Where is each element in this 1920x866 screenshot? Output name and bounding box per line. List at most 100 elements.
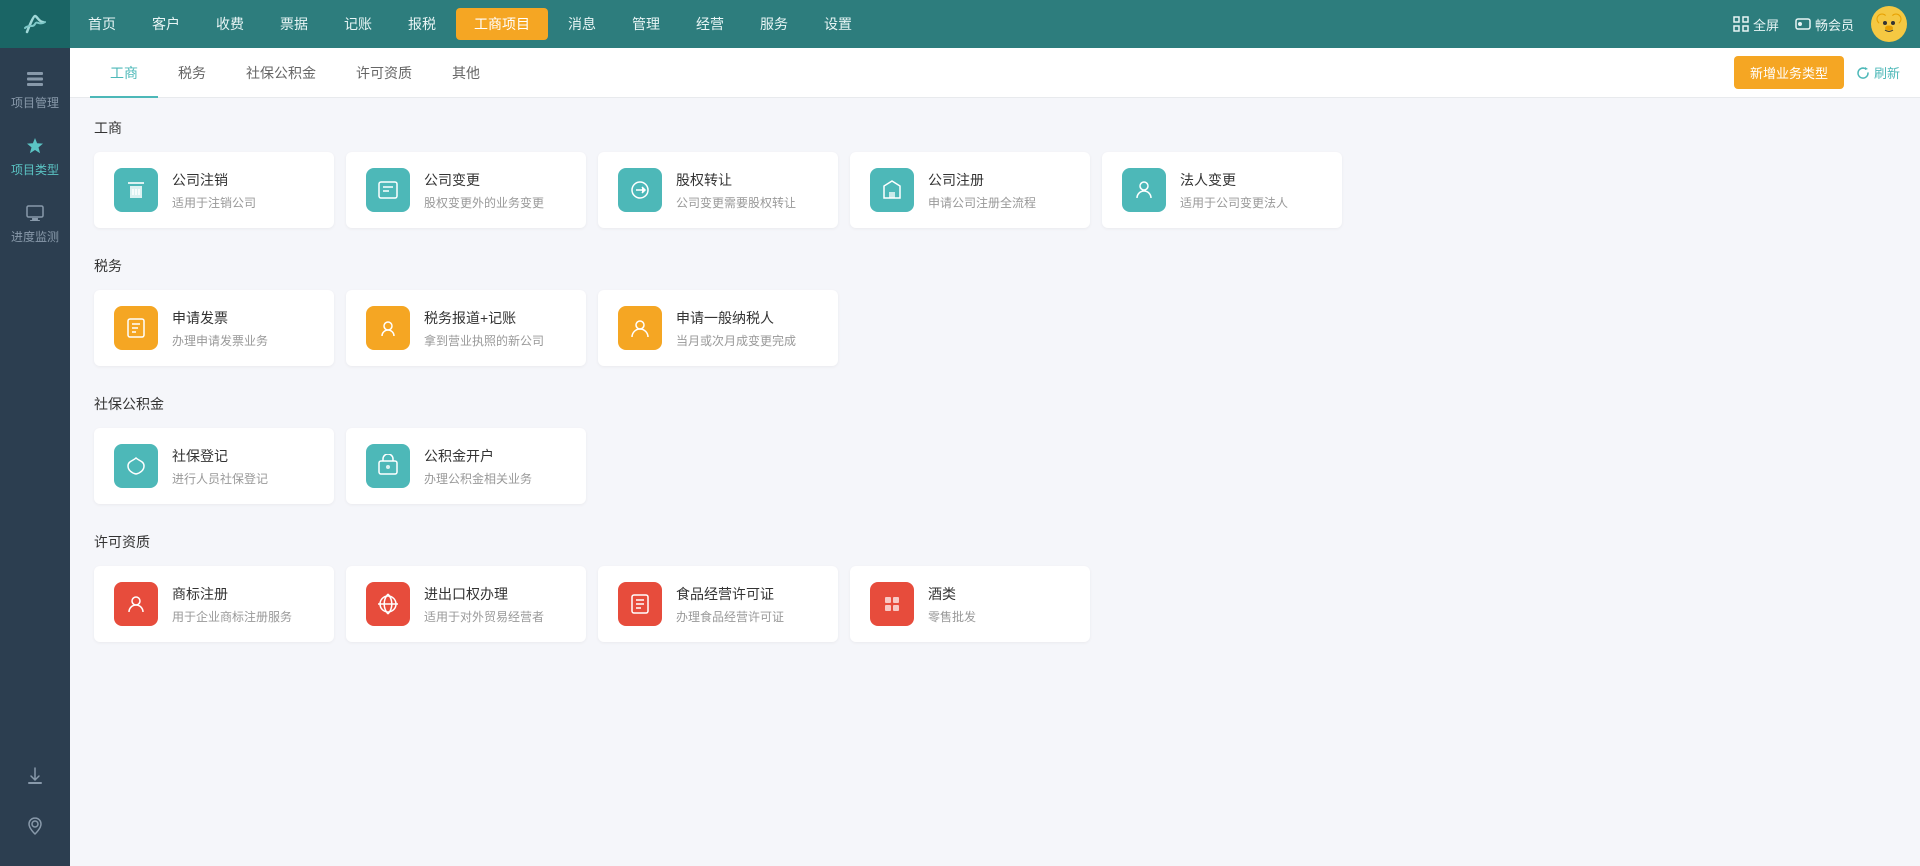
- tab-bar-actions: 新增业务类型 刷新: [1734, 56, 1900, 89]
- vip-label: 畅会员: [1815, 15, 1854, 34]
- card-text-food-license: 食品经营许可证 办理食品经营许可证: [676, 584, 818, 625]
- card-text-trademark: 商标注册 用于企业商标注册服务: [172, 584, 314, 625]
- nav-tax[interactable]: 报税: [390, 0, 454, 48]
- section-title-shebao: 社保公积金: [94, 394, 1896, 414]
- card-desc-tax-report: 拿到营业执照的新公司: [424, 332, 566, 349]
- sidebar-item-project-manage[interactable]: 项目管理: [0, 56, 70, 123]
- nav-home[interactable]: 首页: [70, 0, 134, 48]
- card-equity-transfer[interactable]: 股权转让 公司变更需要股权转让: [598, 152, 838, 228]
- card-title-company-register: 公司注册: [928, 170, 1070, 190]
- card-legal-change[interactable]: 法人变更 适用于公司变更法人: [1102, 152, 1342, 228]
- card-invoice-apply[interactable]: 申请发票 办理申请发票业务: [94, 290, 334, 366]
- tab-xuke[interactable]: 许可资质: [336, 48, 432, 98]
- card-social-insurance[interactable]: 社保登记 进行人员社保登记: [94, 428, 334, 504]
- tab-bar: 工商 税务 社保公积金 许可资质 其他 新增业务类型 刷新: [70, 48, 1920, 98]
- refresh-button[interactable]: 刷新: [1856, 63, 1900, 82]
- sidebar-item-project-type[interactable]: 项目类型: [0, 123, 70, 190]
- card-text-company-cancel: 公司注销 适用于注销公司: [172, 170, 314, 211]
- card-import-export[interactable]: 进出口权办理 适用于对外贸易经营者: [346, 566, 586, 642]
- card-text-general-taxpayer: 申请一般纳税人 当月或次月成变更完成: [676, 308, 818, 349]
- nav-service[interactable]: 服务: [742, 0, 806, 48]
- nav-operation[interactable]: 经营: [678, 0, 742, 48]
- top-nav-right: 全屏 畅会员: [1733, 5, 1920, 43]
- card-title-alcohol: 酒类: [928, 584, 1070, 604]
- card-title-food-license: 食品经营许可证: [676, 584, 818, 604]
- vip-icon: [1795, 16, 1811, 32]
- nav-bizproject[interactable]: 工商项目: [456, 8, 548, 40]
- card-desc-food-license: 办理食品经营许可证: [676, 608, 818, 625]
- card-text-company-change: 公司变更 股权变更外的业务变更: [424, 170, 566, 211]
- nav-bill[interactable]: 票据: [262, 0, 326, 48]
- tax-report-icon: [366, 306, 410, 350]
- card-desc-trademark: 用于企业商标注册服务: [172, 608, 314, 625]
- general-taxpayer-icon: [618, 306, 662, 350]
- card-housing-fund[interactable]: 公积金开户 办理公积金相关业务: [346, 428, 586, 504]
- card-text-tax-report: 税务报道+记账 拿到营业执照的新公司: [424, 308, 566, 349]
- cards-grid-xuke: 商标注册 用于企业商标注册服务 进出口权办理 适用于对外贸易经营者: [94, 566, 1896, 642]
- cards-grid-shebao: 社保登记 进行人员社保登记 公积金开户 办理公积金相关业务: [94, 428, 1896, 504]
- card-company-cancel[interactable]: 公司注销 适用于注销公司: [94, 152, 334, 228]
- card-title-social-insurance: 社保登记: [172, 446, 314, 466]
- card-food-license[interactable]: 食品经营许可证 办理食品经营许可证: [598, 566, 838, 642]
- card-title-invoice-apply: 申请发票: [172, 308, 314, 328]
- nav-manage[interactable]: 管理: [614, 0, 678, 48]
- card-company-register[interactable]: 公司注册 申请公司注册全流程: [850, 152, 1090, 228]
- tab-gongshang[interactable]: 工商: [90, 48, 158, 98]
- nav-settings[interactable]: 设置: [806, 0, 870, 48]
- sidebar-label-project-manage: 项目管理: [11, 94, 59, 111]
- card-title-legal-change: 法人变更: [1180, 170, 1322, 190]
- sidebar-label-progress: 进度监测: [11, 228, 59, 245]
- content-area: 工商 税务 社保公积金 许可资质 其他 新增业务类型 刷新 工商: [70, 48, 1920, 866]
- card-desc-invoice-apply: 办理申请发票业务: [172, 332, 314, 349]
- vip-btn[interactable]: 畅会员: [1795, 15, 1854, 34]
- card-title-tax-report: 税务报道+记账: [424, 308, 566, 328]
- card-company-change[interactable]: 公司变更 股权变更外的业务变更: [346, 152, 586, 228]
- card-text-equity-transfer: 股权转让 公司变更需要股权转让: [676, 170, 818, 211]
- card-tax-report[interactable]: 税务报道+记账 拿到营业执照的新公司: [346, 290, 586, 366]
- card-title-equity-transfer: 股权转让: [676, 170, 818, 190]
- card-text-social-insurance: 社保登记 进行人员社保登记: [172, 446, 314, 487]
- card-trademark[interactable]: 商标注册 用于企业商标注册服务: [94, 566, 334, 642]
- fullscreen-icon: [1733, 16, 1749, 32]
- logo[interactable]: [0, 0, 70, 48]
- nav-message[interactable]: 消息: [550, 0, 614, 48]
- download-icon[interactable]: [17, 758, 53, 800]
- tab-other[interactable]: 其他: [432, 48, 500, 98]
- new-type-button[interactable]: 新增业务类型: [1734, 56, 1844, 89]
- card-general-taxpayer[interactable]: 申请一般纳税人 当月或次月成变更完成: [598, 290, 838, 366]
- tab-shuiwu[interactable]: 税务: [158, 48, 226, 98]
- star-icon: [24, 135, 46, 157]
- card-alcohol[interactable]: 酒类 零售批发: [850, 566, 1090, 642]
- sidebar-item-progress[interactable]: 进度监测: [0, 190, 70, 257]
- card-text-alcohol: 酒类 零售批发: [928, 584, 1070, 625]
- card-title-import-export: 进出口权办理: [424, 584, 566, 604]
- social-insurance-icon: [114, 444, 158, 488]
- import-export-icon: [366, 582, 410, 626]
- tab-shebao[interactable]: 社保公积金: [226, 48, 336, 98]
- card-text-invoice-apply: 申请发票 办理申请发票业务: [172, 308, 314, 349]
- card-title-company-change: 公司变更: [424, 170, 566, 190]
- nav-fee[interactable]: 收费: [198, 0, 262, 48]
- card-title-trademark: 商标注册: [172, 584, 314, 604]
- nav-customer[interactable]: 客户: [134, 0, 198, 48]
- card-desc-company-register: 申请公司注册全流程: [928, 194, 1070, 211]
- avatar[interactable]: [1870, 5, 1908, 43]
- top-nav-menu: 首页 客户 收费 票据 记账 报税 工商项目 消息 管理 经营 服务 设置: [70, 0, 1733, 48]
- fullscreen-btn[interactable]: 全屏: [1733, 15, 1779, 34]
- main-layout: 项目管理 项目类型 进度监测: [0, 48, 1920, 866]
- scrollable-content: 工商 公司注销 适用于注销公司: [70, 98, 1920, 866]
- company-cancel-icon: [114, 168, 158, 212]
- cards-grid-gongshang: 公司注销 适用于注销公司 公司变更 股权变更外的业务变更: [94, 152, 1896, 228]
- housing-fund-icon: [366, 444, 410, 488]
- card-text-import-export: 进出口权办理 适用于对外贸易经营者: [424, 584, 566, 625]
- sidebar-bottom: [17, 758, 53, 866]
- list-icon: [24, 68, 46, 90]
- sidebar-label-project-type: 项目类型: [11, 161, 59, 178]
- refresh-label: 刷新: [1874, 63, 1900, 82]
- card-desc-general-taxpayer: 当月或次月成变更完成: [676, 332, 818, 349]
- section-shuiwu: 税务 申请发票 办理申请发票业务: [94, 256, 1896, 366]
- company-change-icon: [366, 168, 410, 212]
- location-icon[interactable]: [17, 808, 53, 850]
- bear-avatar: [1870, 5, 1908, 43]
- nav-accounting[interactable]: 记账: [326, 0, 390, 48]
